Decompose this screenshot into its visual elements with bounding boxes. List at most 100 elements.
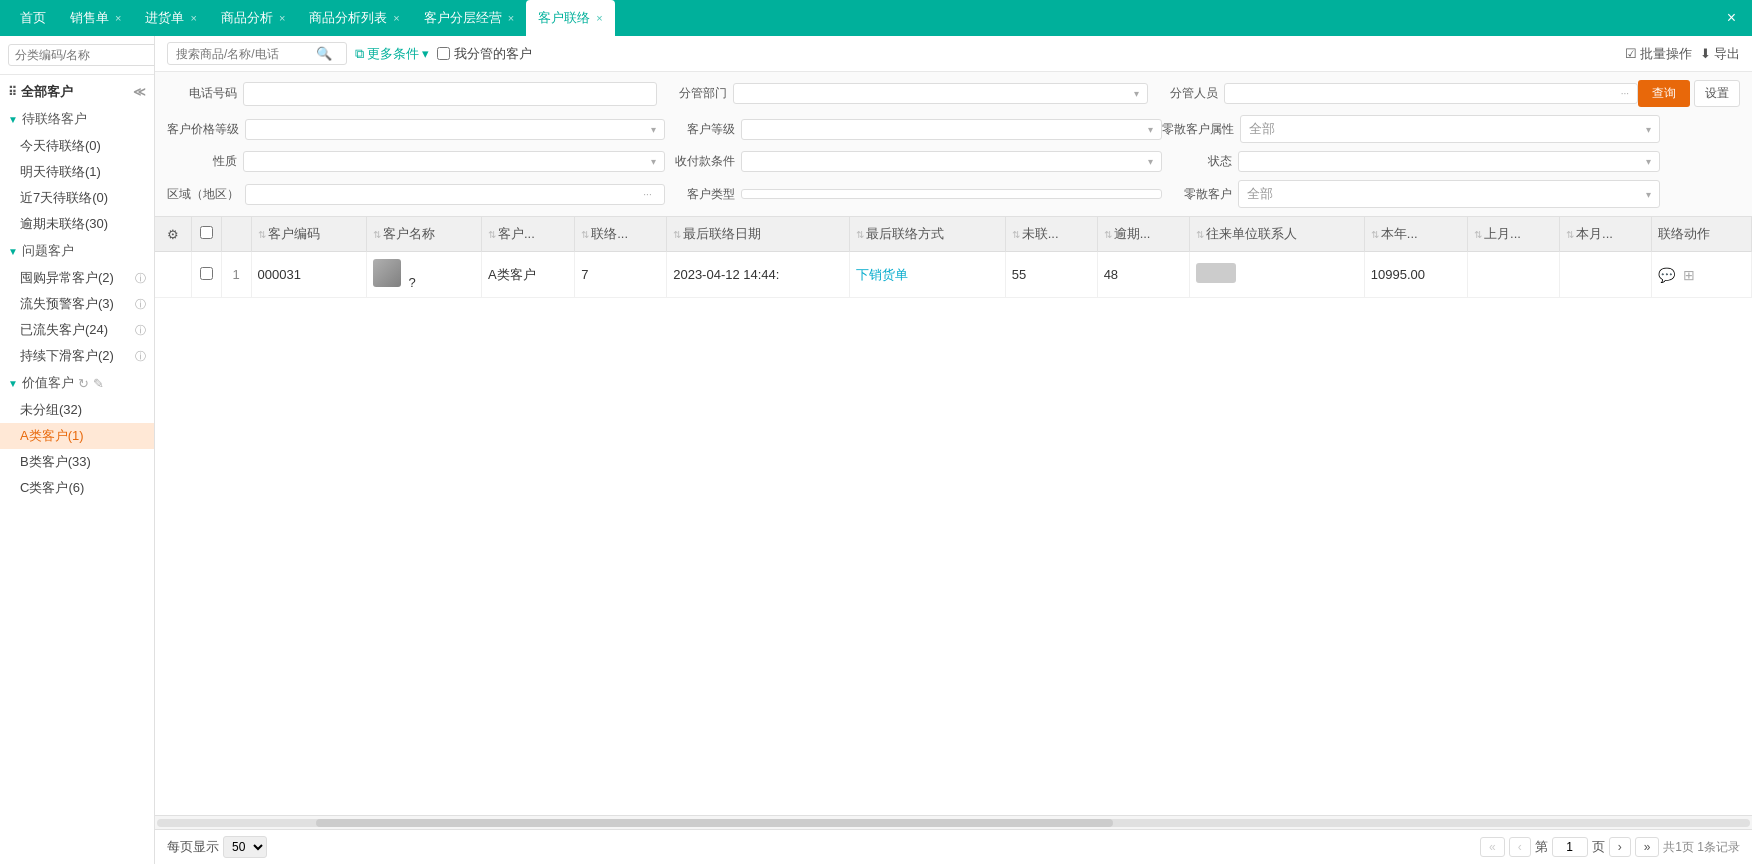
col-this-year-label: 本年...	[1381, 226, 1418, 241]
col-code-label: 客户编码	[268, 226, 320, 241]
payment-label: 收付款条件	[665, 153, 735, 170]
sidebar-section-problem[interactable]: ▼ 问题客户	[0, 237, 154, 265]
sidebar-item-ungrouped[interactable]: 未分组(32)	[0, 397, 154, 423]
col-name[interactable]: ⇅客户名称	[366, 217, 481, 252]
col-num	[221, 217, 251, 252]
setting-btn[interactable]: 设置	[1694, 80, 1740, 107]
nav-tab-customer-tier[interactable]: 客户分层经营 ×	[412, 0, 526, 36]
sidebar-item-hoarding[interactable]: 囤购异常客户(2) ⓘ	[0, 265, 154, 291]
col-contact[interactable]: ⇅联络...	[575, 217, 667, 252]
sidebar-item-declining[interactable]: 持续下滑客户(2) ⓘ	[0, 343, 154, 369]
nature-chevron-icon: ▾	[651, 156, 656, 167]
nav-tab-sales[interactable]: 销售单 ×	[58, 0, 133, 36]
phone-input[interactable]	[243, 82, 657, 106]
sidebar-item-today[interactable]: 今天待联络(0)	[0, 133, 154, 159]
nav-tab-home[interactable]: 首页	[8, 0, 58, 36]
payment-select[interactable]: ▾	[741, 151, 1163, 172]
horizontal-scrollbar[interactable]	[155, 815, 1752, 829]
filter-search-input[interactable]	[176, 47, 316, 61]
col-this-year[interactable]: ⇅本年...	[1364, 217, 1467, 252]
nav-tab-customer-contact[interactable]: 客户联络 ×	[526, 0, 614, 36]
region-select[interactable]: ···	[245, 184, 665, 205]
sidebar-search-input[interactable]	[8, 44, 155, 66]
close-all-tabs-icon[interactable]: ×	[1719, 9, 1744, 27]
sidebar-item-class-c[interactable]: C类客户(6)	[0, 475, 154, 501]
sidebar-header-label: 全部客户	[21, 83, 73, 101]
row-last-month-cell	[1468, 252, 1560, 298]
dept-select[interactable]: ▾	[733, 83, 1147, 104]
dept-chevron-icon: ▾	[1134, 88, 1139, 99]
next-page-btn[interactable]: ›	[1609, 837, 1631, 857]
sidebar-item-7days-label: 近7天待联络(0)	[20, 189, 108, 207]
page-number-input[interactable]	[1552, 837, 1588, 857]
sidebar-item-churn-warning[interactable]: 流失预警客户(3) ⓘ	[0, 291, 154, 317]
col-last-contact-method[interactable]: ⇅最后联络方式	[850, 217, 1005, 252]
close-purchase-tab-icon[interactable]: ×	[190, 12, 196, 24]
close-sales-tab-icon[interactable]: ×	[115, 12, 121, 24]
qr-action-icon[interactable]: ⊞	[1683, 267, 1695, 283]
sidebar-section-pending[interactable]: ▼ 待联络客户	[0, 105, 154, 133]
filter-action-btns: 查询 设置	[1638, 80, 1740, 107]
col-last-contact-date-label: 最后联络日期	[683, 226, 761, 241]
filter-search-icon[interactable]: 🔍	[316, 46, 332, 61]
more-filters-btn[interactable]: ⧉ 更多条件 ▾	[355, 45, 429, 63]
my-customers-filter[interactable]: 我分管的客户	[437, 45, 532, 63]
nav-tab-product-analysis[interactable]: 商品分析 ×	[209, 0, 297, 36]
retail-attr-select[interactable]: 全部 ▾	[1240, 115, 1660, 143]
refresh-icon[interactable]: ↻	[78, 376, 89, 391]
scroll-thumb[interactable]	[316, 819, 1113, 827]
col-last-month[interactable]: ⇅上月...	[1468, 217, 1560, 252]
per-page-select[interactable]: 50	[223, 836, 267, 858]
row-contact: 7	[581, 267, 588, 282]
person-select[interactable]: ···	[1224, 83, 1638, 104]
filter-cell-region: 区域（地区） ···	[167, 184, 665, 205]
col-last-contact-date[interactable]: ⇅最后联络日期	[667, 217, 850, 252]
sidebar-item-7days[interactable]: 近7天待联络(0)	[0, 185, 154, 211]
col-overdue[interactable]: ⇅逾期...	[1097, 217, 1189, 252]
customer-level-select[interactable]: ▾	[741, 119, 1163, 140]
last-page-btn[interactable]: »	[1635, 837, 1660, 857]
close-customer-tier-tab-icon[interactable]: ×	[508, 12, 514, 24]
nav-tab-product-analysis-list[interactable]: 商品分析列表 ×	[297, 0, 411, 36]
sidebar-item-class-b[interactable]: B类客户(33)	[0, 449, 154, 475]
col-settings[interactable]: ⚙	[155, 217, 191, 252]
select-all-checkbox[interactable]	[200, 226, 213, 239]
filter-cell-phone: 电话号码	[167, 82, 657, 106]
row-checkbox[interactable]	[200, 267, 213, 280]
batch-operation-btn[interactable]: ☑ 批量操作	[1625, 45, 1692, 63]
export-btn[interactable]: ⬇ 导出	[1700, 45, 1740, 63]
close-product-analysis-list-tab-icon[interactable]: ×	[393, 12, 399, 24]
nav-tab-purchase[interactable]: 进货单 ×	[133, 0, 208, 36]
customer-type-select[interactable]	[741, 189, 1163, 199]
row-last-contact-method[interactable]: 下销货单	[856, 267, 908, 282]
chat-action-icon[interactable]: 💬	[1658, 267, 1675, 283]
sidebar-item-churned[interactable]: 已流失客户(24) ⓘ	[0, 317, 154, 343]
col-last-month-label: 上月...	[1484, 226, 1521, 241]
col-checkbox	[191, 217, 221, 252]
price-level-select[interactable]: ▾	[245, 119, 665, 140]
close-product-analysis-tab-icon[interactable]: ×	[279, 12, 285, 24]
my-customers-checkbox[interactable]	[437, 47, 450, 60]
sidebar-section-value[interactable]: ▼ 价值客户 ↻ ✎	[0, 369, 154, 397]
col-type[interactable]: ⇅客户...	[482, 217, 575, 252]
sidebar-item-tomorrow[interactable]: 明天待联络(1)	[0, 159, 154, 185]
row-type: A类客户	[488, 267, 536, 282]
nature-select[interactable]: ▾	[243, 151, 665, 172]
col-code[interactable]: ⇅客户编码	[251, 217, 366, 252]
retail-customer-select[interactable]: 全部 ▾	[1238, 180, 1660, 208]
first-page-btn[interactable]: «	[1480, 837, 1505, 857]
prev-page-btn[interactable]: ‹	[1509, 837, 1531, 857]
arrow-down-icon: ▼	[8, 114, 18, 125]
edit-icon[interactable]: ✎	[93, 376, 104, 391]
col-this-month[interactable]: ⇅本月...	[1560, 217, 1652, 252]
close-customer-contact-tab-icon[interactable]: ×	[596, 12, 602, 24]
col-unit-contact[interactable]: ⇅往来单位联系人	[1189, 217, 1364, 252]
sidebar-item-class-a[interactable]: A类客户(1)	[0, 423, 154, 449]
unit-contact-avatar	[1196, 263, 1236, 283]
sidebar-item-overdue[interactable]: 逾期未联络(30)	[0, 211, 154, 237]
query-btn[interactable]: 查询	[1638, 80, 1690, 107]
filter-cell-customer-level: 客户等级 ▾	[665, 119, 1163, 140]
col-no-contact[interactable]: ⇅未联...	[1005, 217, 1097, 252]
sidebar-collapse-icon[interactable]: ≪	[133, 85, 146, 99]
status-select[interactable]: ▾	[1238, 151, 1660, 172]
